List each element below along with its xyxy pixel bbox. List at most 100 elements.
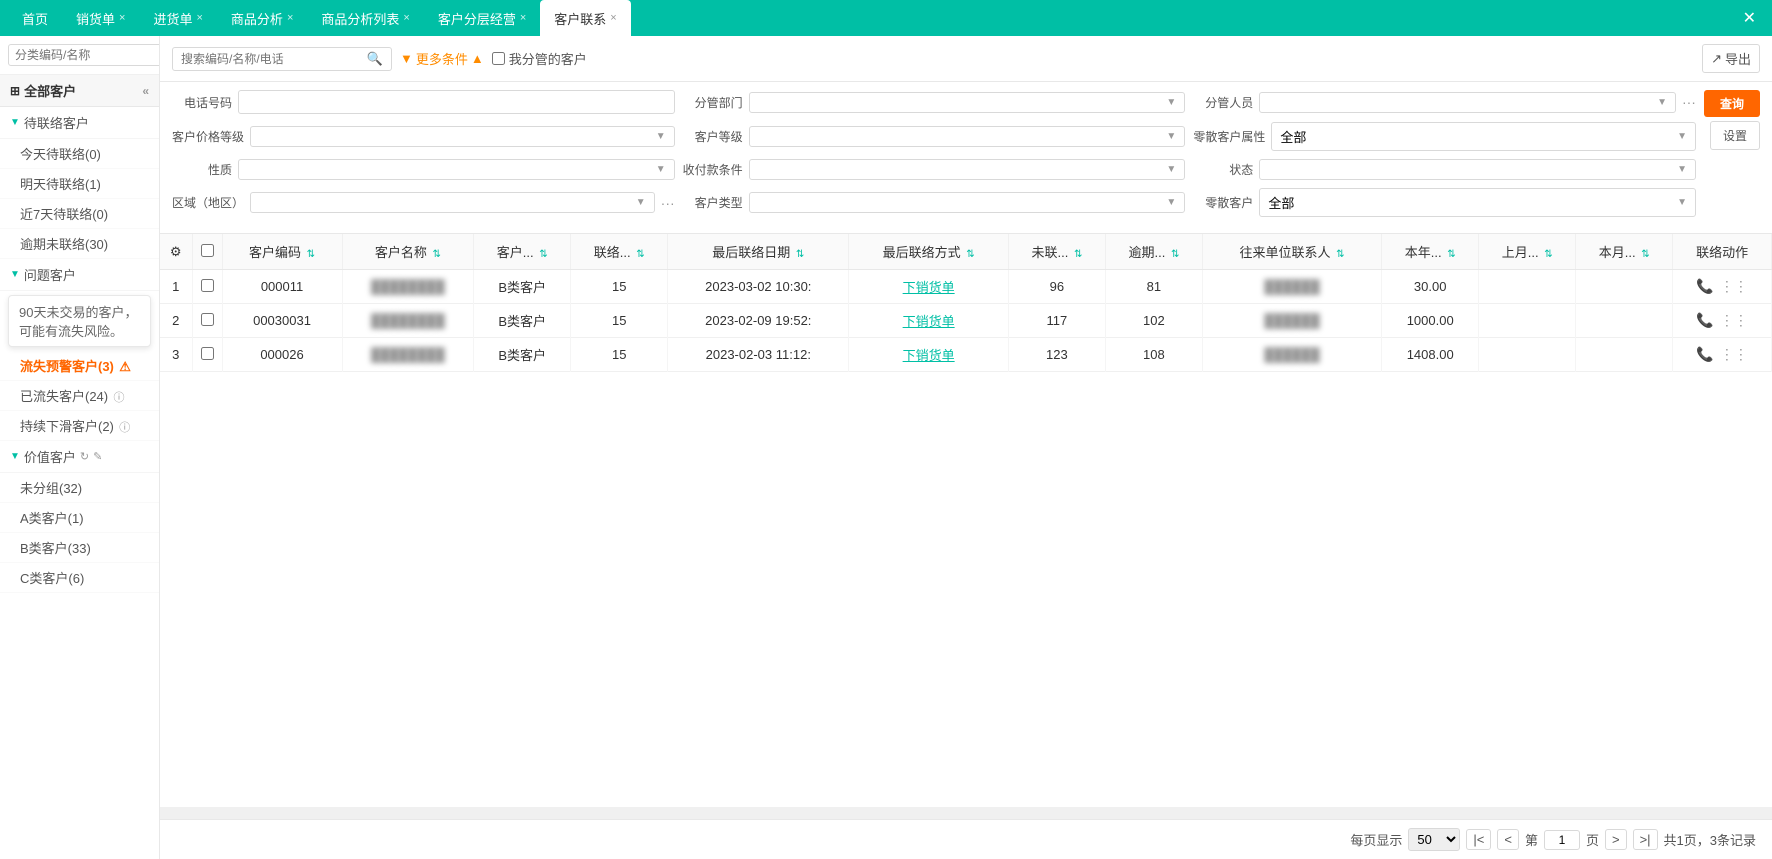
refresh-icon[interactable]: ↻ bbox=[80, 450, 89, 463]
search-icon-main[interactable]: 🔍 bbox=[367, 51, 383, 67]
sidebar-item-7days-contact[interactable]: 近7天待联络(0) bbox=[0, 199, 159, 229]
close-tab-purchase[interactable]: × bbox=[196, 12, 202, 24]
sidebar-item-churned[interactable]: 已流失客户(24) ⓘ bbox=[0, 381, 159, 411]
close-tab-product-analysis[interactable]: × bbox=[287, 12, 293, 24]
sidebar-search-input[interactable] bbox=[8, 44, 160, 66]
row-checkbox-1[interactable] bbox=[192, 304, 222, 338]
export-button[interactable]: ↗ 导出 bbox=[1702, 44, 1760, 73]
close-tab-customer-tier[interactable]: × bbox=[520, 12, 526, 24]
filter-payment-select[interactable]: ▼ bbox=[749, 159, 1186, 180]
row-num-0: 1 bbox=[160, 270, 192, 304]
close-all-icon[interactable]: ✕ bbox=[1735, 8, 1764, 28]
close-tab-sales[interactable]: × bbox=[119, 12, 125, 24]
filter-price-grade-select[interactable]: ▼ bbox=[250, 126, 675, 147]
contact-action-icon-1[interactable]: 📞 bbox=[1696, 312, 1713, 329]
tab-purchase[interactable]: 进货单 × bbox=[139, 0, 216, 36]
col-this-month[interactable]: 本月... ⇅ bbox=[1576, 234, 1673, 270]
filter-phone-input[interactable] bbox=[238, 90, 675, 114]
group-value-customer[interactable]: ▼ 价值客户 ↻ ✎ bbox=[0, 441, 159, 473]
tab-sales[interactable]: 销货单 × bbox=[62, 0, 139, 36]
filter-manager-dots[interactable]: ··· bbox=[1682, 94, 1696, 110]
filter-manager-select[interactable]: ▼ bbox=[1259, 92, 1676, 113]
sidebar-item-b-class[interactable]: B类客户(33) bbox=[0, 533, 159, 563]
col-last-month[interactable]: 上月... ⇅ bbox=[1479, 234, 1576, 270]
filter-region-select[interactable]: ▼ bbox=[250, 192, 655, 213]
sidebar-item-ungrouped[interactable]: 未分组(32) bbox=[0, 473, 159, 503]
filter-nature-select[interactable]: ▼ bbox=[238, 159, 675, 180]
sidebar-item-a-class[interactable]: A类客户(1) bbox=[0, 503, 159, 533]
sort-icon-unit: ⇅ bbox=[1336, 249, 1344, 260]
row-overdue-0: 81 bbox=[1105, 270, 1202, 304]
close-tab-customer-contact[interactable]: × bbox=[610, 12, 616, 24]
tab-product-list[interactable]: 商品分析列表 × bbox=[307, 0, 423, 36]
sidebar-item-tomorrow-contact[interactable]: 明天待联络(1) bbox=[0, 169, 159, 199]
sidebar: 🔍 ⊞ 全部客户 « ▼ 待联络客户 今天待联络(0) 明天待联络(1) 近7天… bbox=[0, 36, 160, 859]
first-page-btn[interactable]: |< bbox=[1466, 829, 1491, 850]
sort-icon-contact: ⇅ bbox=[636, 249, 644, 260]
row-method-2[interactable]: 下销货单 bbox=[849, 338, 1009, 372]
row-method-1[interactable]: 下销货单 bbox=[849, 304, 1009, 338]
select-all-checkbox[interactable] bbox=[201, 244, 214, 257]
more-action-icon-1[interactable]: ⋮⋮ bbox=[1720, 312, 1748, 329]
filter-customer-type-select[interactable]: ▼ bbox=[749, 192, 1186, 213]
gear-icon[interactable]: ⚙ bbox=[170, 244, 182, 259]
tab-customer-contact[interactable]: 客户联系 × bbox=[540, 0, 630, 36]
row-this-year-2: 1408.00 bbox=[1382, 338, 1479, 372]
row-date-0: 2023-03-02 10:30: bbox=[668, 270, 849, 304]
col-name[interactable]: 客户名称 ⇅ bbox=[342, 234, 474, 270]
gear-th[interactable]: ⚙ bbox=[160, 234, 192, 270]
search-input[interactable] bbox=[181, 52, 363, 66]
more-action-icon-2[interactable]: ⋮⋮ bbox=[1720, 346, 1748, 363]
close-tab-product-list[interactable]: × bbox=[403, 12, 409, 24]
row-method-0[interactable]: 下销货单 bbox=[849, 270, 1009, 304]
next-page-btn[interactable]: > bbox=[1605, 829, 1627, 850]
filter-region-dots[interactable]: ··· bbox=[661, 195, 675, 211]
row-overdue-2: 108 bbox=[1105, 338, 1202, 372]
col-unit-contact[interactable]: 往来单位联系人 ⇅ bbox=[1202, 234, 1381, 270]
col-last-contact-date[interactable]: 最后联络日期 ⇅ bbox=[668, 234, 849, 270]
filter-customer-grade-select[interactable]: ▼ bbox=[749, 126, 1186, 147]
col-overdue[interactable]: 逾期... ⇅ bbox=[1105, 234, 1202, 270]
filter-status-select[interactable]: ▼ bbox=[1259, 159, 1696, 180]
query-button[interactable]: 查询 bbox=[1704, 90, 1760, 117]
my-customers-checkbox-input[interactable] bbox=[492, 52, 505, 65]
col-contact[interactable]: 联络... ⇅ bbox=[571, 234, 668, 270]
tab-home[interactable]: 首页 bbox=[8, 0, 62, 36]
setting-button[interactable]: 设置 bbox=[1710, 121, 1760, 150]
more-filter-btn[interactable]: ▼ 更多条件 ▲ bbox=[400, 49, 484, 68]
collapse-icon[interactable]: « bbox=[142, 84, 149, 98]
more-action-icon-0[interactable]: ⋮⋮ bbox=[1720, 278, 1748, 295]
page-size-select[interactable]: 50 20 100 bbox=[1408, 828, 1460, 851]
edit-icon[interactable]: ✎ bbox=[93, 450, 102, 463]
sidebar-item-c-class[interactable]: C类客户(6) bbox=[0, 563, 159, 593]
filter-item-price-grade: 客户价格等级 ▼ bbox=[172, 126, 675, 147]
horizontal-scrollbar[interactable] bbox=[160, 807, 1772, 819]
sort-icon-year: ⇅ bbox=[1447, 249, 1455, 260]
contact-action-icon-0[interactable]: 📞 bbox=[1696, 278, 1713, 295]
col-this-year[interactable]: 本年... ⇅ bbox=[1382, 234, 1479, 270]
filter-dept-select[interactable]: ▼ bbox=[749, 92, 1186, 113]
my-customers-checkbox[interactable]: 我分管的客户 bbox=[492, 49, 587, 68]
col-code[interactable]: 客户编码 ⇅ bbox=[222, 234, 342, 270]
col-last-contact-method[interactable]: 最后联络方式 ⇅ bbox=[849, 234, 1009, 270]
last-page-btn[interactable]: >| bbox=[1633, 829, 1658, 850]
sidebar-item-today-contact[interactable]: 今天待联络(0) bbox=[0, 139, 159, 169]
contact-action-icon-2[interactable]: 📞 bbox=[1696, 346, 1713, 363]
row-checkbox-0[interactable] bbox=[192, 270, 222, 304]
select-all-th[interactable] bbox=[192, 234, 222, 270]
sidebar-item-churn-warning[interactable]: 流失预警客户(3) ⚠ bbox=[0, 351, 159, 381]
filter-retail-customer-select[interactable]: 全部 ▼ bbox=[1259, 188, 1696, 217]
group-problem-customer[interactable]: ▼ 问题客户 bbox=[0, 259, 159, 291]
filter-retail-attr-select[interactable]: 全部 ▼ bbox=[1271, 122, 1696, 151]
row-checkbox-2[interactable] bbox=[192, 338, 222, 372]
col-customer-type[interactable]: 客户... ⇅ bbox=[474, 234, 571, 270]
all-customers-header[interactable]: ⊞ 全部客户 « bbox=[0, 75, 159, 107]
col-uncontacted[interactable]: 未联... ⇅ bbox=[1008, 234, 1105, 270]
group-pending-contact[interactable]: ▼ 待联络客户 bbox=[0, 107, 159, 139]
sidebar-item-overdue-contact[interactable]: 逾期未联络(30) bbox=[0, 229, 159, 259]
tab-customer-tier[interactable]: 客户分层经营 × bbox=[424, 0, 540, 36]
sidebar-item-declining[interactable]: 持续下滑客户(2) ⓘ bbox=[0, 411, 159, 441]
page-input[interactable] bbox=[1544, 830, 1580, 850]
tab-product-analysis[interactable]: 商品分析 × bbox=[217, 0, 307, 36]
prev-page-btn[interactable]: < bbox=[1497, 829, 1519, 850]
